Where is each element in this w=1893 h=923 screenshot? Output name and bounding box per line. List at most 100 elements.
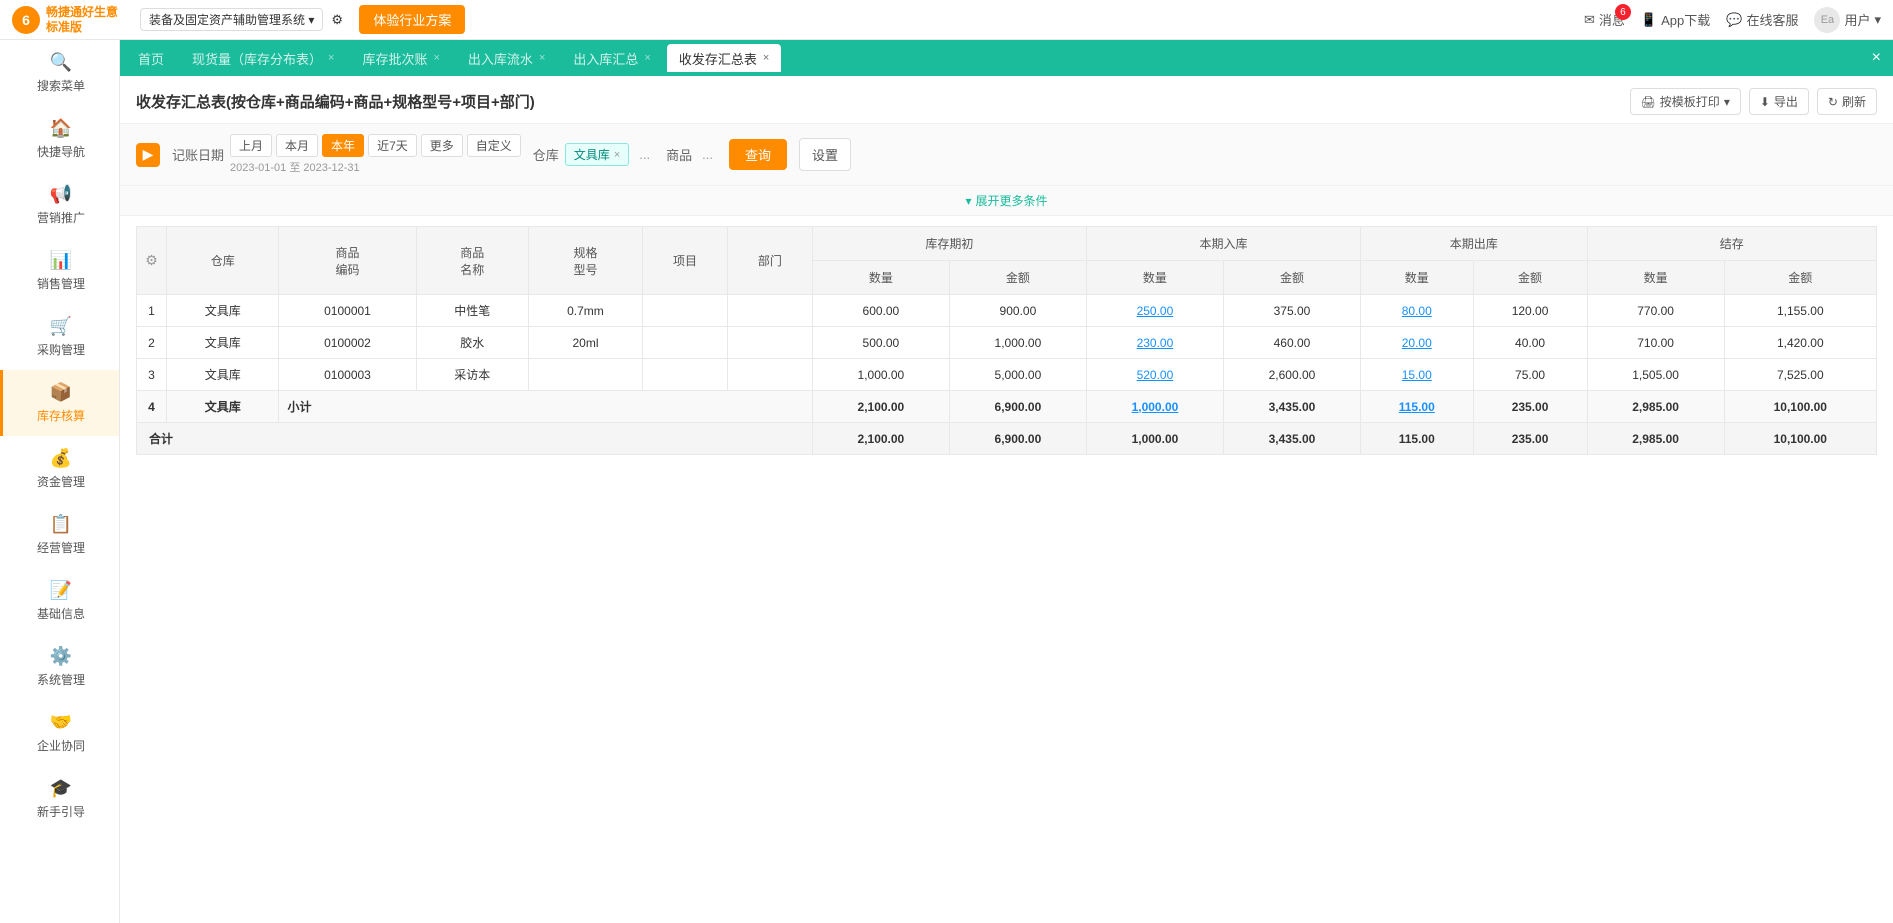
- inventory-icon: 📦: [50, 382, 72, 403]
- print-btn[interactable]: 🖨 按模板打印 ▾: [1630, 88, 1741, 115]
- footer-balance-amt: 10,100.00: [1724, 423, 1876, 455]
- sidebar-item-inventory[interactable]: 📦 库存核算: [0, 370, 119, 436]
- tab-close-batch-ledger[interactable]: ×: [433, 52, 439, 64]
- date-btn-7days[interactable]: 近7天: [368, 134, 417, 157]
- sidebar-item-search[interactable]: 🔍 搜索菜单: [0, 40, 119, 106]
- row-out-qty[interactable]: 20.00: [1360, 327, 1473, 359]
- warehouse-tag-close[interactable]: ×: [614, 149, 620, 161]
- logo-icon: 6: [12, 6, 40, 34]
- row-in-qty[interactable]: 520.00: [1086, 359, 1223, 391]
- sales-icon: 📊: [50, 250, 72, 271]
- logo-area: 6 畅捷通好生意 标准版: [12, 5, 132, 34]
- table-settings-btn[interactable]: ⚙: [145, 252, 158, 269]
- table-header-in-amt: 金额: [1223, 261, 1360, 295]
- search-btn[interactable]: 查询: [729, 139, 787, 170]
- row-out-qty[interactable]: 15.00: [1360, 359, 1473, 391]
- sidebar-item-system[interactable]: ⚙️ 系统管理: [0, 634, 119, 700]
- date-filter-label: 记账日期: [172, 145, 224, 164]
- footer-opening-amt: 6,900.00: [949, 423, 1086, 455]
- logo-text: 畅捷通好生意 标准版: [46, 5, 118, 34]
- date-filter-group: 记账日期 上月 本月 本年 近7天 更多 自定义 2023-01-01 至 20…: [172, 134, 521, 175]
- footer-in-qty: 1,000.00: [1086, 423, 1223, 455]
- row-opening-qty: 600.00: [812, 295, 949, 327]
- row-seq: 1: [137, 295, 167, 327]
- subtotal-out-qty: 115.00: [1360, 391, 1473, 423]
- refresh-btn[interactable]: ↻ 刷新: [1817, 88, 1877, 115]
- user-menu[interactable]: Ea 用户 ▾: [1814, 7, 1881, 33]
- purchase-icon: 🛒: [50, 316, 72, 337]
- warehouse-filter-label: 仓库: [533, 145, 559, 164]
- date-btn-last-month[interactable]: 上月: [230, 134, 272, 157]
- date-btn-custom[interactable]: 自定义: [467, 134, 521, 157]
- table-header-balance-qty: 数量: [1587, 261, 1724, 295]
- table-header-out-amt: 金额: [1473, 261, 1587, 295]
- tab-close-receipt-summary[interactable]: ×: [763, 52, 769, 64]
- row-seq: 3: [137, 359, 167, 391]
- tab-batch-ledger[interactable]: 库存批次账 ×: [350, 44, 451, 72]
- table-header-out: 本期出库: [1360, 227, 1587, 261]
- sidebar-item-basic[interactable]: 📝 基础信息: [0, 568, 119, 634]
- guide-icon: 🎓: [50, 778, 72, 799]
- date-btn-this-month[interactable]: 本月: [276, 134, 318, 157]
- tab-close-stock-distribution[interactable]: ×: [328, 52, 334, 64]
- tab-in-out-flow[interactable]: 出入库流水 ×: [456, 44, 557, 72]
- date-btn-this-year[interactable]: 本年: [322, 134, 364, 157]
- row-in-qty[interactable]: 250.00: [1086, 295, 1223, 327]
- tab-close-in-out-summary[interactable]: ×: [644, 52, 650, 64]
- filter-collapse-btn[interactable]: ▶: [136, 143, 160, 167]
- sidebar-item-enterprise[interactable]: 🤝 企业协同: [0, 700, 119, 766]
- enterprise-icon: 🤝: [50, 712, 72, 733]
- sidebar-item-quick-nav[interactable]: 🏠 快捷导航: [0, 106, 119, 172]
- tab-close-in-out-flow[interactable]: ×: [539, 52, 545, 64]
- tab-receipt-summary[interactable]: 收发存汇总表 ×: [667, 44, 781, 72]
- row-balance-qty: 1,505.00: [1587, 359, 1724, 391]
- sidebar-item-sales[interactable]: 📊 销售管理: [0, 238, 119, 304]
- subtotal-seq: 4: [137, 391, 167, 423]
- row-in-amt: 375.00: [1223, 295, 1360, 327]
- date-btn-more[interactable]: 更多: [421, 134, 463, 157]
- row-balance-qty: 710.00: [1587, 327, 1724, 359]
- sidebar-item-marketing[interactable]: 📢 营销推广: [0, 172, 119, 238]
- tab-home[interactable]: 首页: [126, 44, 176, 72]
- sidebar-item-purchase[interactable]: 🛒 采购管理: [0, 304, 119, 370]
- settings-icon-top[interactable]: ⚙: [331, 12, 351, 28]
- row-project: [642, 327, 727, 359]
- system-icon: ⚙️: [50, 646, 72, 667]
- message-btn[interactable]: ✉ 消息 6: [1584, 10, 1625, 29]
- row-project: [642, 359, 727, 391]
- table-header-project: 项目: [642, 227, 727, 295]
- table-header-in-qty: 数量: [1086, 261, 1223, 295]
- app-download-btn[interactable]: 📱 App下载: [1641, 10, 1710, 29]
- sidebar-item-operations[interactable]: 📋 经营管理: [0, 502, 119, 568]
- row-warehouse: 文具库: [167, 295, 279, 327]
- setting-btn[interactable]: 设置: [799, 138, 851, 171]
- expand-more-btn[interactable]: ▾ 展开更多条件: [965, 192, 1047, 209]
- sidebar-item-guide[interactable]: 🎓 新手引导: [0, 766, 119, 832]
- tab-bar-close-btn[interactable]: ×: [1864, 49, 1889, 67]
- tab-stock-distribution[interactable]: 现货量（库存分布表） ×: [180, 44, 346, 72]
- warehouse-ellipsis[interactable]: ...: [635, 147, 654, 162]
- row-opening-qty: 1,000.00: [812, 359, 949, 391]
- message-badge: 6: [1615, 4, 1631, 20]
- table-header-warehouse: 仓库: [167, 227, 279, 295]
- system-selector[interactable]: 装备及固定资产辅助管理系统 ▾: [140, 8, 323, 31]
- row-out-qty[interactable]: 80.00: [1360, 295, 1473, 327]
- subtotal-opening-amt: 6,900.00: [949, 391, 1086, 423]
- tab-in-out-summary[interactable]: 出入库汇总 ×: [561, 44, 662, 72]
- footer-in-amt: 3,435.00: [1223, 423, 1360, 455]
- finance-icon: 💰: [50, 448, 72, 469]
- sidebar-item-finance[interactable]: 💰 资金管理: [0, 436, 119, 502]
- row-in-qty[interactable]: 230.00: [1086, 327, 1223, 359]
- goods-ellipsis[interactable]: ...: [698, 147, 717, 162]
- table-header-opening-amt: 金额: [949, 261, 1086, 295]
- operations-icon: 📋: [50, 514, 72, 535]
- experience-btn[interactable]: 体验行业方案: [359, 5, 465, 34]
- online-service-btn[interactable]: 💬 在线客服: [1726, 10, 1798, 29]
- table-header-in: 本期入库: [1086, 227, 1360, 261]
- subtotal-balance-amt: 10,100.00: [1724, 391, 1876, 423]
- row-balance-amt: 1,420.00: [1724, 327, 1876, 359]
- page-content: 收发存汇总表(按仓库+商品编码+商品+规格型号+项目+部门) 🖨 按模板打印 ▾…: [120, 76, 1893, 923]
- export-btn[interactable]: ⬇ 导出: [1749, 88, 1809, 115]
- row-goods-code: 0100002: [279, 327, 416, 359]
- subtotal-balance-qty: 2,985.00: [1587, 391, 1724, 423]
